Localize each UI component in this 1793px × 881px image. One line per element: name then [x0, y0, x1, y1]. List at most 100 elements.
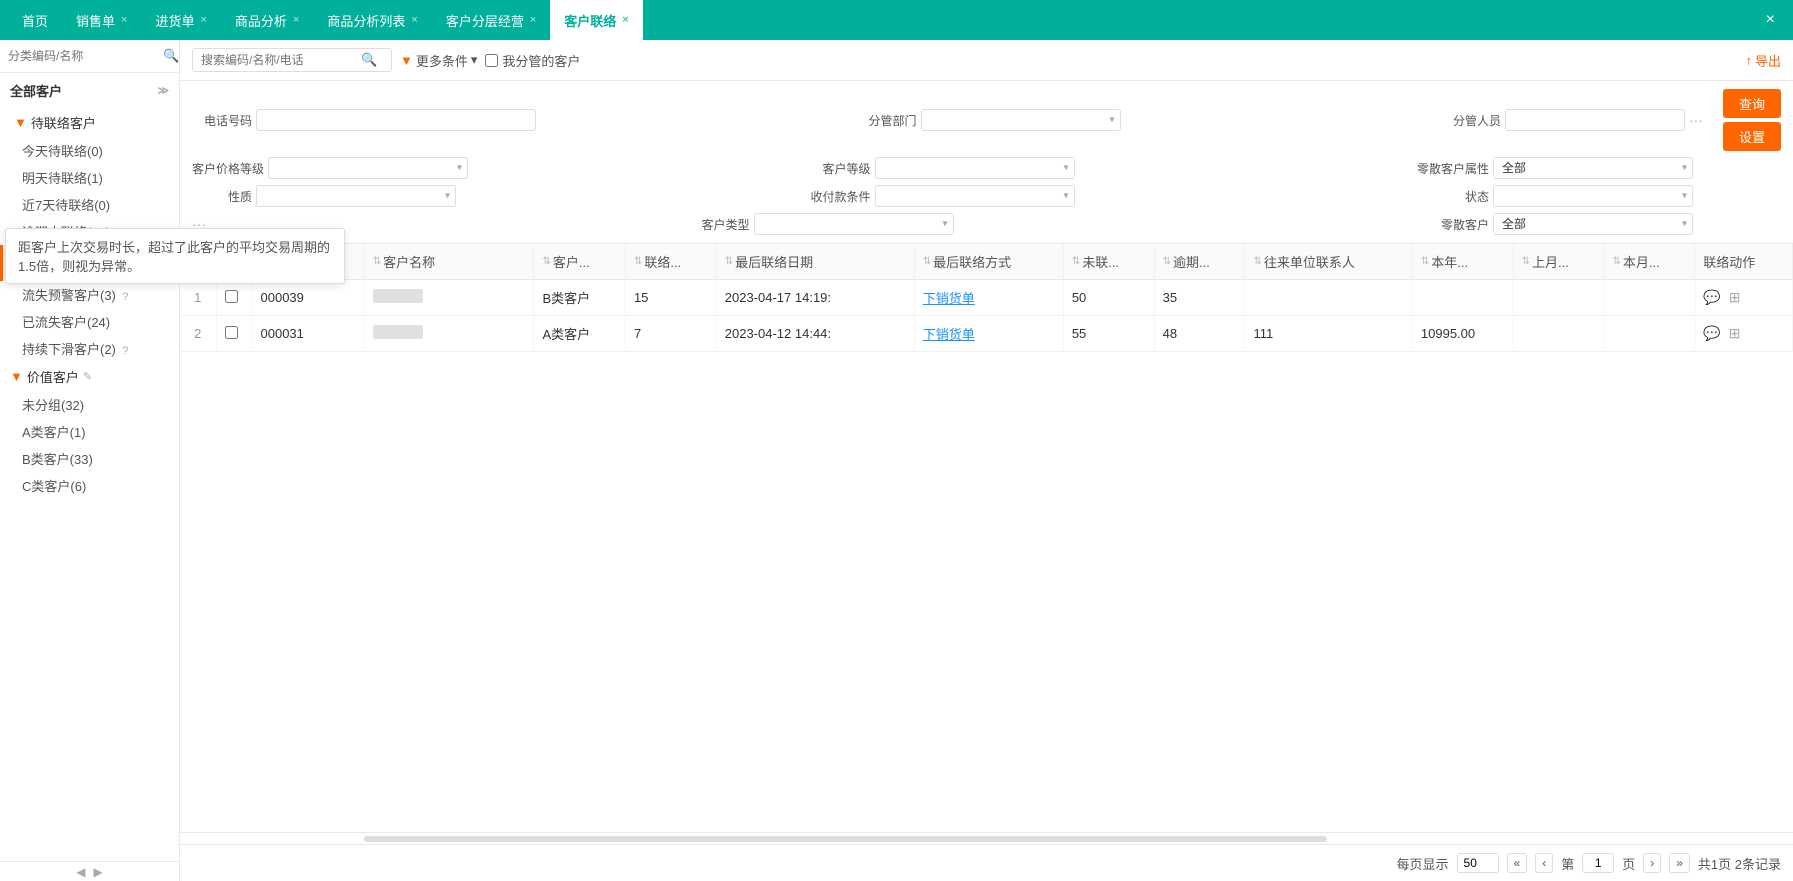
sort-icon[interactable]: ⇅	[634, 256, 642, 267]
payment-select[interactable]	[875, 185, 1075, 207]
this-year-amount	[1412, 280, 1513, 316]
my-customers-checkbox[interactable]	[485, 54, 498, 67]
branch-person-dots[interactable]: ···	[1689, 112, 1703, 128]
customer-type-select[interactable]	[754, 213, 954, 235]
nav-customer-contact[interactable]: 客户联络 ×	[550, 0, 642, 40]
this-month-amount	[1604, 280, 1695, 316]
scroll-right-icon[interactable]: ▶	[94, 865, 103, 879]
close-icon[interactable]: ×	[530, 14, 536, 26]
gender-select[interactable]	[256, 185, 456, 207]
close-icon[interactable]: ×	[121, 14, 127, 26]
nav-sales-order[interactable]: 销售单 ×	[62, 0, 141, 40]
help-icon[interactable]: ?	[122, 291, 128, 303]
contact-count: 15	[625, 280, 716, 316]
sidebar-item-7days[interactable]: 近7天待联络(0)	[0, 191, 179, 218]
sort-icon[interactable]: ⇅	[923, 256, 931, 267]
sidebar-item-already-lost[interactable]: 已流失客户(24)	[0, 308, 179, 335]
sort-icon[interactable]: ⇅	[725, 256, 733, 267]
row-select-checkbox[interactable]	[225, 290, 238, 303]
pending-contact-group[interactable]: ▼ 待联络客户	[0, 108, 179, 137]
page-size-select[interactable]: 50	[1457, 853, 1499, 873]
col-actions: 联络动作	[1695, 244, 1793, 280]
table-row: 1 000039 B类客户 15 2023-04-17 14:19: 下销货单 …	[180, 280, 1793, 316]
help-icon[interactable]: ?	[122, 345, 128, 357]
retail-customer-filter: 零散客户 全部 ▾	[1429, 213, 1693, 235]
close-icon[interactable]: ×	[200, 14, 206, 26]
next-page-button[interactable]: ›	[1643, 853, 1661, 873]
nav-customer-tier[interactable]: 客户分层经营 ×	[432, 0, 550, 40]
sidebar-item-lost-warning[interactable]: 流失预警客户(3) ?	[0, 281, 179, 308]
last-contact-method[interactable]: 下销货单	[914, 316, 1063, 352]
first-page-button[interactable]: «	[1507, 853, 1528, 873]
scrollbar-thumb[interactable]	[364, 836, 1327, 842]
sidebar-item-tomorrow[interactable]: 明天待联络(1)	[0, 164, 179, 191]
close-icon[interactable]: ×	[293, 14, 299, 26]
customer-type: B类客户	[534, 280, 625, 316]
sort-icon[interactable]: ⇅	[1253, 256, 1261, 267]
row-select-checkbox[interactable]	[225, 326, 238, 339]
uncontact-days: 55	[1063, 316, 1154, 352]
customer-name	[364, 280, 534, 316]
table-row: 2 000031 A类客户 7 2023-04-12 14:44: 下销货单 5…	[180, 316, 1793, 352]
grid-icon[interactable]: ⊞	[1729, 325, 1741, 342]
sort-icon[interactable]: ⇅	[373, 256, 381, 267]
sidebar-item-c-class[interactable]: C类客户(6)	[0, 472, 179, 499]
close-icon[interactable]: ×	[411, 14, 417, 26]
overdue-days: 35	[1154, 280, 1245, 316]
nav-home[interactable]: 首页	[8, 0, 62, 40]
sort-icon[interactable]: ⇅	[1072, 256, 1080, 267]
close-icon[interactable]: ×	[622, 14, 628, 26]
all-customers-section[interactable]: 全部客户 ≫	[0, 73, 179, 108]
customer-level-select[interactable]	[875, 157, 1075, 179]
retail-property-select[interactable]: 全部	[1493, 157, 1693, 179]
phone-input[interactable]	[256, 109, 536, 131]
search-input[interactable]	[201, 53, 361, 67]
edit-icon[interactable]: ✎	[83, 370, 92, 383]
prev-page-button[interactable]: ‹	[1535, 853, 1553, 873]
nav-product-analysis[interactable]: 商品分析 ×	[221, 0, 313, 40]
query-button[interactable]: 查询	[1723, 89, 1781, 118]
page-number-input[interactable]	[1582, 853, 1614, 873]
contact-person: 111	[1245, 316, 1412, 352]
sidebar-search-area: 🔍	[0, 40, 179, 73]
sidebar-item-declining[interactable]: 持续下滑客户(2) ?	[0, 335, 179, 362]
row-checkbox[interactable]	[216, 280, 252, 316]
row-checkbox[interactable]	[216, 316, 252, 352]
status-select[interactable]	[1493, 185, 1693, 207]
export-button[interactable]: ↑ 导出	[1745, 51, 1781, 70]
sidebar-item-today[interactable]: 今天待联络(0)	[0, 137, 179, 164]
collapse-icon[interactable]: ≫	[157, 84, 169, 97]
search-icon[interactable]: 🔍	[361, 52, 377, 68]
col-this-year: ⇅本年...	[1412, 244, 1513, 280]
nav-product-analysis-list[interactable]: 商品分析列表 ×	[313, 0, 431, 40]
customer-price-select[interactable]	[268, 157, 468, 179]
last-contact-method[interactable]: 下销货单	[914, 280, 1063, 316]
nav-purchase-order[interactable]: 进货单 ×	[141, 0, 220, 40]
more-conditions-button[interactable]: ▼ 更多条件 ▾	[400, 51, 477, 70]
sidebar-item-ungroup[interactable]: 未分组(32)	[0, 391, 179, 418]
chat-icon[interactable]: 💬	[1703, 325, 1720, 342]
sort-icon[interactable]: ⇅	[1421, 256, 1429, 267]
branch-person-input[interactable]	[1505, 109, 1685, 131]
last-page-button[interactable]: »	[1669, 853, 1690, 873]
window-close-button[interactable]: ×	[1756, 11, 1785, 29]
sort-icon[interactable]: ⇅	[1163, 256, 1171, 267]
horizontal-scrollbar[interactable]	[180, 832, 1793, 844]
sidebar-item-a-class[interactable]: A类客户(1)	[0, 418, 179, 445]
sort-icon[interactable]: ⇅	[542, 256, 550, 267]
sidebar-search-input[interactable]	[8, 49, 163, 63]
value-customers-group[interactable]: ▼ 价值客户 ✎	[0, 362, 179, 391]
row-actions: 💬 ⊞	[1695, 280, 1793, 316]
grid-icon[interactable]: ⊞	[1729, 289, 1741, 306]
scroll-left-icon[interactable]: ◀	[76, 865, 85, 879]
sidebar: 🔍 全部客户 ≫ ▼ 待联络客户 今天待联络(0) 明天待联络(1) 近7天待联…	[0, 40, 180, 881]
chat-icon[interactable]: 💬	[1703, 289, 1720, 306]
sidebar-item-b-class[interactable]: B类客户(33)	[0, 445, 179, 472]
sidebar-search-icon[interactable]: 🔍	[163, 48, 179, 64]
settings-button[interactable]: 设置	[1723, 122, 1781, 151]
col-this-month: ⇅本月...	[1604, 244, 1695, 280]
sort-icon[interactable]: ⇅	[1612, 256, 1620, 267]
sort-icon[interactable]: ⇅	[1522, 256, 1530, 267]
branch-dept-select[interactable]	[921, 109, 1121, 131]
retail-customer-select[interactable]: 全部	[1493, 213, 1693, 235]
